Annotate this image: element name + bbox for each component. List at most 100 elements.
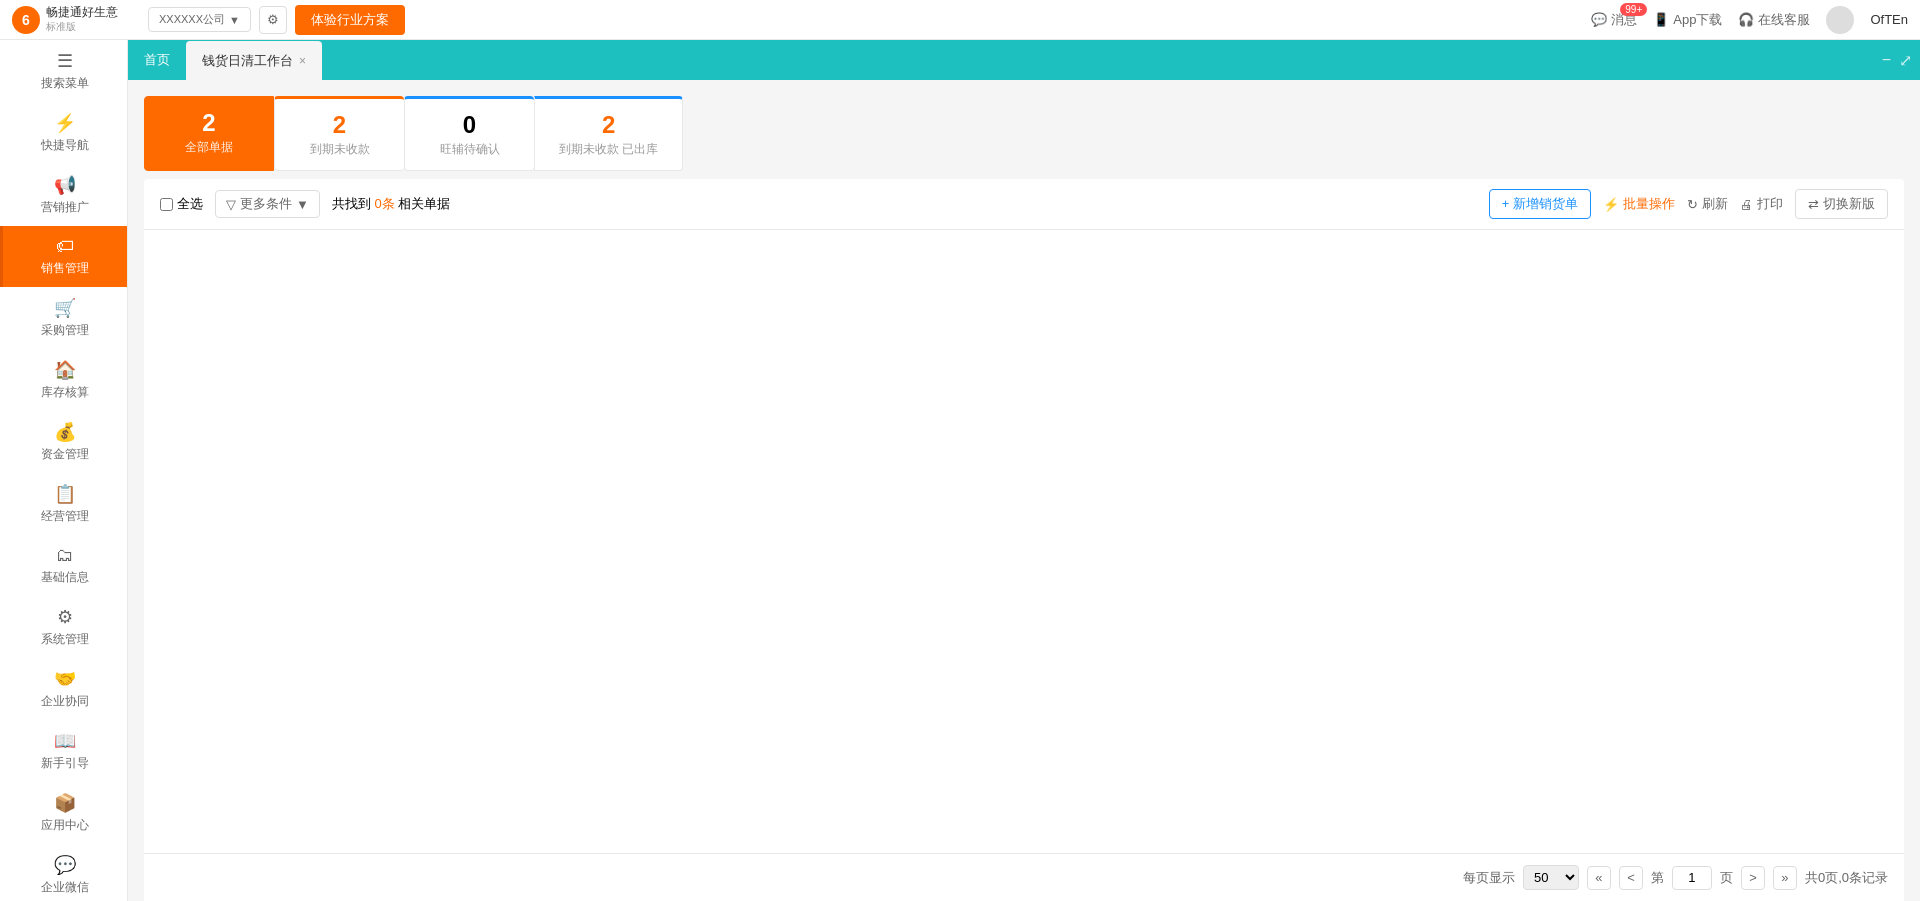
sidebar-item-label: 搜索菜单 [41, 75, 89, 92]
sidebar-item-label: 采购管理 [41, 322, 89, 339]
page-first-button[interactable]: « [1587, 866, 1611, 890]
enterprise-icon: 🤝 [54, 668, 76, 690]
tab-close-icon[interactable]: × [299, 54, 306, 68]
result-suffix: 相关单据 [398, 196, 450, 211]
logo-icon: 6 [12, 6, 40, 34]
sidebar: ☰ 搜索菜单 ⚡ 快捷导航 📢 营销推广 🏷 销售管理 🛒 采购管理 🏠 库存核… [0, 40, 128, 901]
tab-active[interactable]: 钱货日清工作台 × [186, 41, 322, 81]
sidebar-item-operations[interactable]: 📋 经营管理 [0, 473, 127, 535]
sidebar-item-label: 系统管理 [41, 631, 89, 648]
logo-text-area: 畅捷通好生意 标准版 [46, 5, 118, 35]
print-icon: 🖨 [1740, 197, 1753, 212]
result-count: 0条 [375, 196, 395, 211]
app-download-label: App下载 [1673, 11, 1722, 29]
switch-icon: ⇄ [1808, 197, 1819, 212]
finance-icon: 💰 [54, 421, 76, 443]
sales-icon: 🏷 [56, 236, 74, 257]
page-label-prefix: 第 [1651, 869, 1664, 887]
stat-overdue-uncollected[interactable]: 2 到期未收款 [274, 96, 404, 171]
result-prefix: 共找到 [332, 196, 371, 211]
page-size-select[interactable]: 20 50 100 [1523, 865, 1579, 890]
sidebar-item-sales[interactable]: 🏷 销售管理 [0, 226, 127, 287]
page-number-input[interactable] [1672, 866, 1712, 890]
guide-icon: 📖 [54, 730, 76, 752]
toolbar-right: + 新增销货单 ⚡ 批量操作 ↻ 刷新 🖨 打印 ⇄ [1489, 189, 1888, 219]
sidebar-item-quicknav[interactable]: ⚡ 快捷导航 [0, 102, 127, 164]
select-all-checkbox[interactable] [160, 198, 173, 211]
select-all-label: 全选 [177, 195, 203, 213]
filter-button[interactable]: ▽ 更多条件 ▼ [215, 190, 320, 218]
system-icon: ⚙ [57, 606, 73, 628]
sidebar-item-label: 营销推广 [41, 199, 89, 216]
operations-icon: 📋 [54, 483, 76, 505]
print-button[interactable]: 🖨 打印 [1740, 195, 1783, 213]
message-icon: 💬 [1591, 12, 1607, 27]
message-button[interactable]: 💬 消息 99+ [1591, 11, 1637, 29]
experience-button[interactable]: 体验行业方案 [295, 5, 405, 35]
batch-label: 批量操作 [1623, 195, 1675, 213]
add-sale-order-button[interactable]: + 新增销货单 [1489, 189, 1591, 219]
stat-wangfu-pending[interactable]: 0 旺辅待确认 [404, 96, 534, 171]
marketing-icon: 📢 [54, 174, 76, 196]
wechat-icon: 💬 [54, 854, 76, 876]
tab-maximize-icon[interactable]: ⤢ [1899, 51, 1912, 70]
tab-active-label: 钱货日清工作台 [202, 52, 293, 70]
refresh-icon: ↻ [1687, 197, 1698, 212]
select-all-checkbox-label[interactable]: 全选 [160, 195, 203, 213]
sidebar-item-label: 资金管理 [41, 446, 89, 463]
stats-row: 2 全部单据 2 到期未收款 0 旺辅待确认 2 到期未收款 已出库 [128, 80, 1920, 171]
toolbar-left: 全选 ▽ 更多条件 ▼ 共找到 0条 相关单据 [160, 190, 450, 218]
sidebar-item-system[interactable]: ⚙ 系统管理 [0, 596, 127, 658]
sidebar-item-label: 应用中心 [41, 817, 89, 834]
page-prev-button[interactable]: < [1619, 866, 1643, 890]
sidebar-item-apps[interactable]: 📦 应用中心 [0, 782, 127, 844]
top-bar-right: 💬 消息 99+ 📱 App下载 🎧 在线客服 OfTEn [1591, 6, 1908, 34]
settings-button[interactable]: ⚙ [259, 6, 287, 34]
page-next-button[interactable]: > [1741, 866, 1765, 890]
stat-overdue-unshipped[interactable]: 2 到期未收款 已出库 [534, 96, 683, 171]
stat-all-orders-number: 2 [202, 109, 215, 137]
online-service-button[interactable]: 🎧 在线客服 [1738, 11, 1810, 29]
top-bar-left: 6 畅捷通好生意 标准版 XXXXXX公司 ▼ ⚙ 体验行业方案 [12, 5, 405, 35]
company-name: XXXXXX公司 [159, 12, 225, 27]
sidebar-item-label: 基础信息 [41, 569, 89, 586]
app-download-button[interactable]: 📱 App下载 [1653, 11, 1722, 29]
inventory-icon: 🏠 [54, 359, 76, 381]
page-size-label: 每页显示 [1463, 869, 1515, 887]
dropdown-arrow: ▼ [229, 14, 240, 26]
tab-bar: 首页 钱货日清工作台 × − ⤢ [128, 40, 1920, 80]
company-selector[interactable]: XXXXXX公司 ▼ [148, 7, 251, 32]
sidebar-item-finance[interactable]: 💰 资金管理 [0, 411, 127, 473]
message-badge: 99+ [1620, 3, 1647, 16]
sidebar-item-label: 快捷导航 [41, 137, 89, 154]
switch-version-button[interactable]: ⇄ 切换新版 [1795, 189, 1888, 219]
sidebar-item-marketing[interactable]: 📢 营销推广 [0, 164, 127, 226]
sidebar-item-label: 企业协同 [41, 693, 89, 710]
user-name[interactable]: OfTEn [1870, 12, 1908, 27]
tab-minimize-icon[interactable]: − [1882, 51, 1891, 70]
result-text: 共找到 0条 相关单据 [332, 195, 450, 213]
tab-home[interactable]: 首页 [128, 40, 186, 80]
sidebar-item-label: 库存核算 [41, 384, 89, 401]
pagination-summary: 共0页,0条记录 [1805, 869, 1888, 887]
page-last-button[interactable]: » [1773, 866, 1797, 890]
avatar[interactable] [1826, 6, 1854, 34]
batch-operation-button[interactable]: ⚡ 批量操作 [1603, 195, 1675, 213]
sidebar-item-purchase[interactable]: 🛒 采购管理 [0, 287, 127, 349]
sidebar-item-label: 经营管理 [41, 508, 89, 525]
sidebar-item-wechat[interactable]: 💬 企业微信 [0, 844, 127, 901]
stat-all-orders[interactable]: 2 全部单据 [144, 96, 274, 171]
logo-text: 畅捷通好生意 [46, 5, 118, 21]
stat-wangfu-pending-number: 0 [463, 111, 476, 139]
logo-area: 6 畅捷通好生意 标准版 [12, 5, 140, 35]
main-layout: ☰ 搜索菜单 ⚡ 快捷导航 📢 营销推广 🏷 销售管理 🛒 采购管理 🏠 库存核… [0, 40, 1920, 901]
sidebar-item-guide[interactable]: 📖 新手引导 [0, 720, 127, 782]
refresh-button[interactable]: ↻ 刷新 [1687, 195, 1728, 213]
filter-arrow-icon: ▼ [296, 197, 309, 212]
sidebar-item-search[interactable]: ☰ 搜索菜单 [0, 40, 127, 102]
sidebar-item-basic-info[interactable]: 🗂 基础信息 [0, 535, 127, 596]
logo-tag: 标准版 [46, 20, 118, 34]
sidebar-item-inventory[interactable]: 🏠 库存核算 [0, 349, 127, 411]
sidebar-item-enterprise[interactable]: 🤝 企业协同 [0, 658, 127, 720]
batch-icon: ⚡ [1603, 197, 1619, 212]
